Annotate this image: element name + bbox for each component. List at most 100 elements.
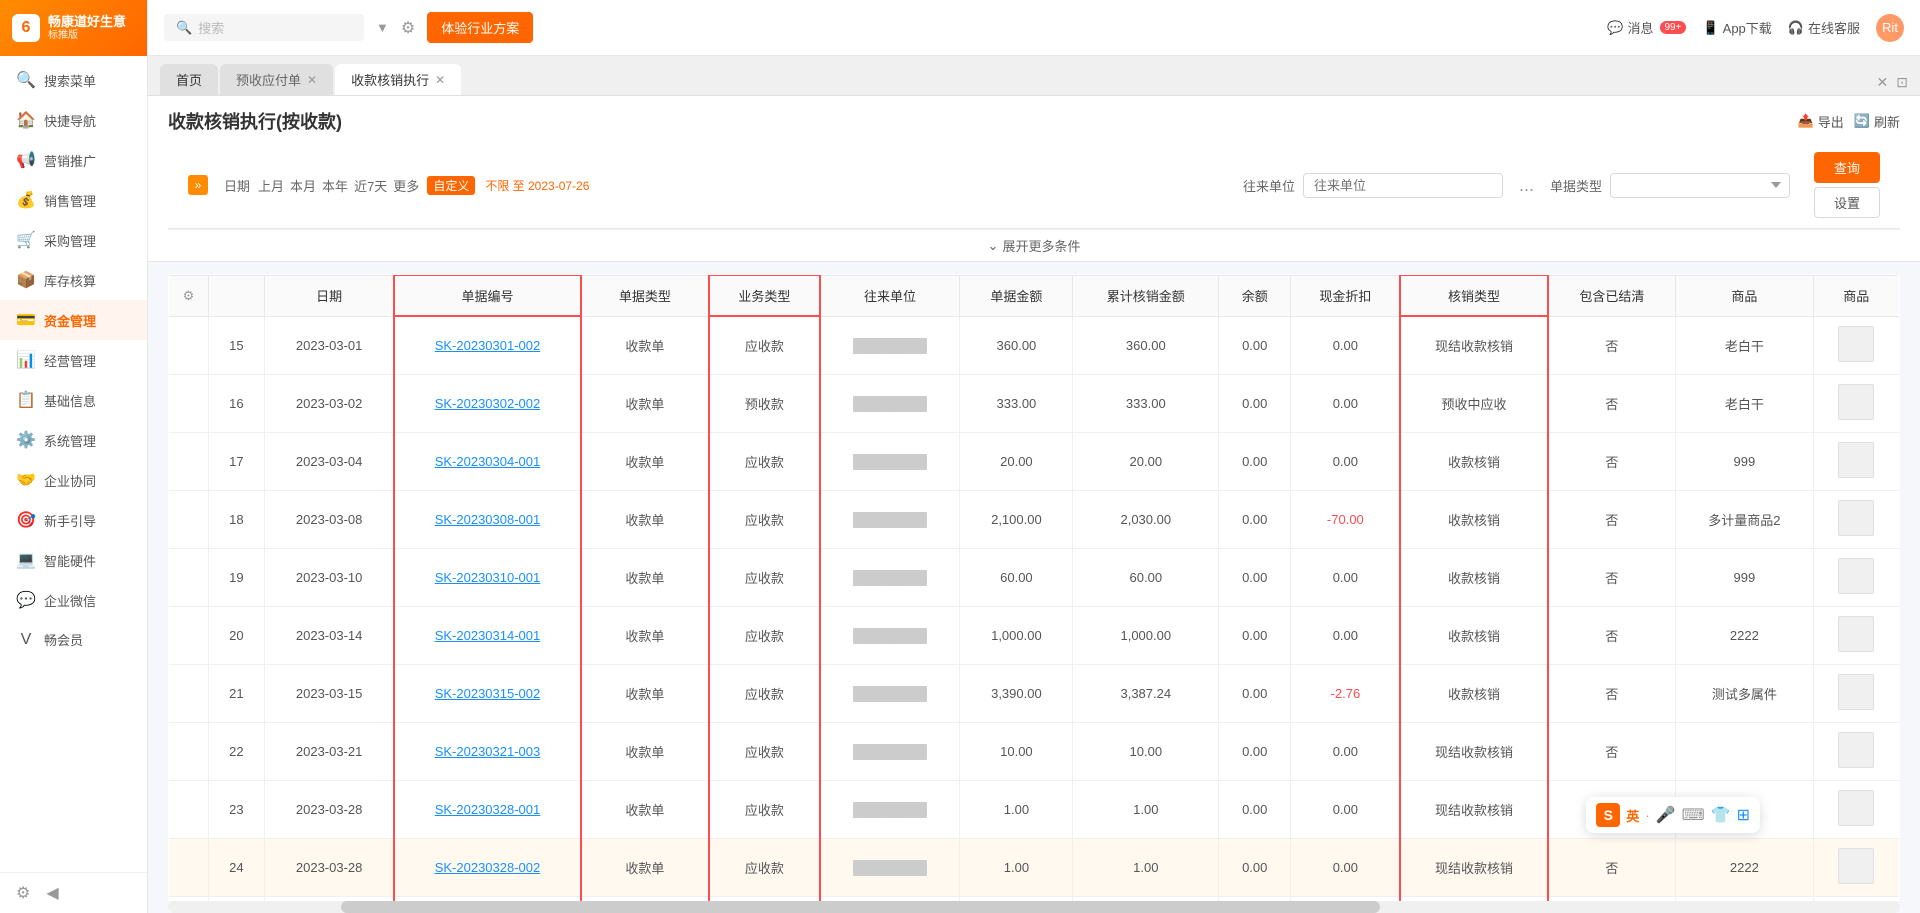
table-row[interactable]: 15 2023-03-01 SK-20230301-002 收款单 应收款 ██… [169, 316, 1900, 374]
refresh-button[interactable]: 🔄 刷新 [1854, 112, 1900, 131]
sidebar-item-marketing[interactable]: 📢 营销推广 [0, 140, 147, 180]
cell-cancel-type: 现结收款核销 [1400, 316, 1547, 374]
sidebar-item-member[interactable]: V 畅会员 [0, 620, 147, 659]
table-row[interactable]: 19 2023-03-10 SK-20230310-001 收款单 应收款 ██… [169, 548, 1900, 606]
tab-bar: 首页 预收应付单 ✕ 收款核销执行 ✕ ✕ ⊡ [148, 56, 1920, 96]
cell-doc-type: 收款单 [581, 432, 710, 490]
sidebar-item-wechat[interactable]: 💬 企业微信 [0, 580, 147, 620]
table-row[interactable]: 20 2023-03-14 SK-20230314-001 收款单 应收款 ██… [169, 606, 1900, 664]
partner-input[interactable] [1303, 173, 1503, 198]
settings-icon[interactable]: ⚙ [16, 883, 30, 903]
sidebar-label-member: 畅会员 [44, 630, 83, 649]
col-header-include-settled: 包含已结清 [1548, 275, 1676, 316]
sidebar-item-sales[interactable]: 💰 销售管理 [0, 180, 147, 220]
gear-icon[interactable]: ⚙ [401, 18, 415, 38]
table-row[interactable]: 22 2023-03-21 SK-20230321-003 收款单 应收款 ██… [169, 722, 1900, 780]
content-area: 收款核销执行(按收款) 📤 导出 🔄 刷新 » 日期 [148, 96, 1920, 913]
sidebar-item-hardware[interactable]: 💻 智能硬件 [0, 540, 147, 580]
table-row[interactable]: 16 2023-03-02 SK-20230302-002 收款单 预收款 ██… [169, 374, 1900, 432]
cell-biz-type: 应收款 [709, 722, 819, 780]
cell-cancel-type: 现结收款核销 [1400, 722, 1547, 780]
cell-cancel-type: 收款核销 [1400, 490, 1547, 548]
cell-include-settled: 否 [1548, 432, 1676, 490]
sidebar-item-system[interactable]: ⚙️ 系统管理 [0, 420, 147, 460]
table-row[interactable]: 17 2023-03-04 SK-20230304-001 收款单 应收款 ██… [169, 432, 1900, 490]
cell-doc-no[interactable]: SK-20230310-001 [394, 548, 580, 606]
prepay-tab-label: 预收应付单 [236, 70, 301, 89]
gear-icon[interactable]: ⚙ [183, 288, 195, 303]
close-tab-icon[interactable]: ✕ [1877, 74, 1889, 91]
date-link-this-year[interactable]: 本年 [322, 176, 348, 195]
customer-service-button[interactable]: 🎧 在线客服 [1788, 18, 1860, 37]
query-button[interactable]: 查询 [1814, 152, 1880, 183]
cell-doc-no[interactable]: SK-20230321-003 [394, 722, 580, 780]
date-link-prev-month[interactable]: 上月 [258, 176, 284, 195]
date-link-7days[interactable]: 近7天 [354, 176, 387, 195]
col-header-gear[interactable]: ⚙ [169, 275, 209, 316]
expand-button[interactable]: » [188, 175, 208, 195]
restore-icon[interactable]: ⊡ [1896, 74, 1908, 91]
cell-doc-no[interactable]: SK-20230308-001 [394, 490, 580, 548]
cell-doc-no[interactable]: SK-20230328-002 [394, 838, 580, 896]
industry-solution-button[interactable]: 体验行业方案 [427, 12, 533, 43]
message-button[interactable]: 💬 消息 99+ [1607, 18, 1686, 37]
sidebar-item-search[interactable]: 🔍 搜索菜单 [0, 60, 147, 100]
sidebar-item-guide[interactable]: 🎯 新手引导 [0, 500, 147, 540]
table-row[interactable]: 21 2023-03-15 SK-20230315-002 收款单 应收款 ██… [169, 664, 1900, 722]
tab-collection[interactable]: 收款核销执行 ✕ [335, 64, 461, 95]
app-download-button[interactable]: 📱 App下载 [1702, 18, 1771, 37]
cell-doc-no[interactable]: SK-20230302-002 [394, 374, 580, 432]
shirt-icon[interactable]: 👕 [1711, 805, 1731, 825]
cell-product: 老白干 [1676, 316, 1814, 374]
custom-date-button[interactable]: 自定义 [427, 176, 475, 195]
cell-doc-no[interactable]: SK-20230328-001 [394, 780, 580, 838]
table-row[interactable]: 18 2023-03-08 SK-20230308-001 收款单 应收款 ██… [169, 490, 1900, 548]
tab-home[interactable]: 首页 [160, 64, 218, 95]
date-filter-group: 日期 上月 本月 本年 近7天 更多 自定义 [224, 176, 475, 195]
export-button[interactable]: 📤 导出 [1798, 112, 1844, 131]
dropdown-icon[interactable]: ▼ [376, 20, 389, 35]
top-bar: 🔍 搜索 ▼ ⚙ 体验行业方案 💬 消息 99+ 📱 App下载 🎧 在线客服 … [148, 0, 1920, 56]
table-row[interactable]: 24 2023-03-28 SK-20230328-002 收款单 应收款 ██… [169, 838, 1900, 896]
collection-tab-close[interactable]: ✕ [435, 73, 445, 87]
date-range-value: 不限 至 2023-07-26 [485, 177, 589, 194]
cell-doc-no[interactable]: SK-20230314-001 [394, 606, 580, 664]
tab-prepay[interactable]: 预收应付单 ✕ [220, 64, 333, 95]
scroll-thumb[interactable] [341, 901, 1380, 913]
cell-balance: 0.00 [1219, 838, 1291, 896]
voucher-type-select[interactable] [1610, 173, 1790, 198]
cell-partner: ████████ [820, 490, 960, 548]
top-search[interactable]: 🔍 搜索 [164, 14, 364, 41]
date-link-more[interactable]: 更多 [393, 176, 419, 195]
logo-icon: 6 [12, 14, 40, 42]
horizontal-scrollbar[interactable] [168, 901, 1900, 913]
cell-doc-no[interactable]: SK-20230301-002 [394, 316, 580, 374]
more-dots[interactable]: ... [1519, 175, 1534, 196]
cell-balance: 0.00 [1219, 490, 1291, 548]
sidebar-item-cooperation[interactable]: 🤝 企业协同 [0, 460, 147, 500]
prepay-tab-close[interactable]: ✕ [307, 73, 317, 87]
cell-product-img [1813, 664, 1899, 722]
cell-doc-no[interactable]: SK-20230304-001 [394, 432, 580, 490]
cell-product-img [1813, 490, 1899, 548]
col-header-no [209, 275, 265, 316]
sidebar-item-quick-nav[interactable]: 🏠 快捷导航 [0, 100, 147, 140]
grid-icon[interactable]: ⊞ [1737, 805, 1750, 825]
sidebar-item-basic-info[interactable]: 📋 基础信息 [0, 380, 147, 420]
sidebar-item-capital[interactable]: 💳 资金管理 [0, 300, 147, 340]
sidebar-label-wechat: 企业微信 [44, 591, 96, 610]
date-link-this-month[interactable]: 本月 [290, 176, 316, 195]
cell-cumulative: 10.00 [1073, 722, 1219, 780]
expand-more-button[interactable]: ⌄ 展开更多条件 [988, 236, 1081, 255]
filter-settings-button[interactable]: 设置 [1814, 187, 1880, 218]
page-header: 收款核销执行(按收款) 📤 导出 🔄 刷新 » 日期 [148, 96, 1920, 262]
cell-cancel-type: 收款核销 [1400, 432, 1547, 490]
sidebar-item-purchase[interactable]: 🛒 采购管理 [0, 220, 147, 260]
cell-doc-no[interactable]: SK-20230315-002 [394, 664, 580, 722]
sidebar-item-operations[interactable]: 📊 经营管理 [0, 340, 147, 380]
collapse-icon[interactable]: ◀ [46, 883, 58, 903]
mic-icon[interactable]: 🎤 [1656, 805, 1676, 825]
user-avatar[interactable]: Rit [1876, 14, 1904, 42]
sidebar-item-inventory[interactable]: 📦 库存核算 [0, 260, 147, 300]
keyboard-icon[interactable]: ⌨ [1682, 805, 1705, 825]
